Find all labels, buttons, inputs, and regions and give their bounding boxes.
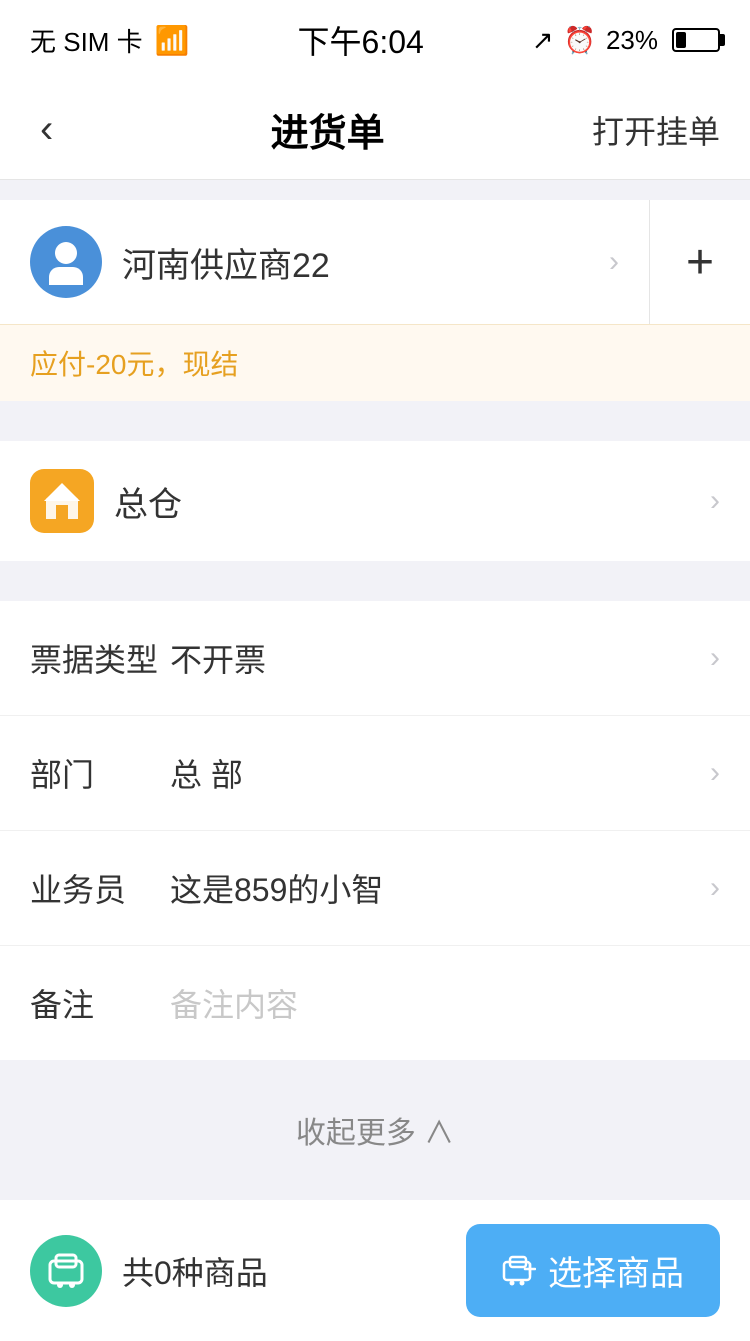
app-container: 无 SIM 卡 📶 下午6:04 ↗ ⏰ 23% ‹ 进货单 打开挂单 xyxy=(0,0,750,1341)
cart-icon xyxy=(502,1254,536,1288)
supplier-selector[interactable]: 河南供应商22 › xyxy=(0,200,650,324)
avatar-person-icon xyxy=(46,242,86,282)
notice-banner: 应付-20元，现结 xyxy=(0,324,750,401)
battery-percent: 23% xyxy=(606,25,658,56)
cart-small-icon xyxy=(46,1251,86,1291)
alarm-icon: ⏰ xyxy=(564,25,596,56)
department-value: 总 部 xyxy=(170,750,700,796)
warehouse-section[interactable]: 总仓 › xyxy=(0,441,750,561)
notice-text: 应付-20元，现结 xyxy=(30,349,238,380)
form-section: 票据类型 不开票 › 部门 总 部 › 业务员 这是859的小智 › 备注 备注… xyxy=(0,601,750,1060)
house-svg xyxy=(42,481,82,521)
wifi-icon: 📶 xyxy=(155,24,190,57)
salesperson-value: 这是859的小智 xyxy=(170,865,700,911)
battery-icon xyxy=(672,28,720,52)
salesperson-chevron-icon: › xyxy=(710,871,720,905)
ticket-type-row[interactable]: 票据类型 不开票 › xyxy=(0,601,750,716)
add-supplier-button[interactable]: + xyxy=(650,200,750,324)
supplier-name: 河南供应商22 xyxy=(122,238,599,287)
page-title: 进货单 xyxy=(271,102,385,157)
remark-label: 备注 xyxy=(30,980,170,1026)
select-product-label: 选择商品 xyxy=(548,1246,684,1295)
carrier-text: 无 SIM 卡 xyxy=(30,22,143,59)
department-chevron-icon: › xyxy=(710,756,720,790)
status-time: 下午6:04 xyxy=(298,17,424,63)
ticket-type-chevron-icon: › xyxy=(710,641,720,675)
open-pending-button[interactable]: 打开挂单 xyxy=(592,107,720,153)
ticket-type-label: 票据类型 xyxy=(30,635,170,681)
supplier-section: 河南供应商22 › + xyxy=(0,200,750,324)
select-cart-svg xyxy=(502,1254,536,1288)
supplier-avatar xyxy=(30,226,102,298)
status-bar: 无 SIM 卡 📶 下午6:04 ↗ ⏰ 23% xyxy=(0,0,750,80)
middle-divider xyxy=(0,401,750,421)
warehouse-icon xyxy=(30,469,94,533)
collapse-button[interactable]: 收起更多 ∧ xyxy=(0,1080,750,1180)
department-row[interactable]: 部门 总 部 › xyxy=(0,716,750,831)
remark-row[interactable]: 备注 备注内容 xyxy=(0,946,750,1060)
top-divider xyxy=(0,180,750,200)
salesperson-label: 业务员 xyxy=(30,865,170,911)
status-right: ↗ ⏰ 23% xyxy=(532,25,720,56)
remark-input[interactable]: 备注内容 xyxy=(170,980,720,1026)
bottom-bar: 共0种商品 选择商品 xyxy=(0,1200,750,1341)
collapse-label: 收起更多 ∧ xyxy=(296,1108,454,1152)
warehouse-chevron-icon: › xyxy=(710,484,720,518)
department-label: 部门 xyxy=(30,750,170,796)
salesperson-row[interactable]: 业务员 这是859的小智 › xyxy=(0,831,750,946)
chevron-right-icon: › xyxy=(609,245,619,279)
product-count-label: 共0种商品 xyxy=(122,1248,446,1294)
product-icon xyxy=(30,1235,102,1307)
nav-bar: ‹ 进货单 打开挂单 xyxy=(0,80,750,180)
select-product-button[interactable]: 选择商品 xyxy=(466,1224,720,1317)
location-icon: ↗ xyxy=(532,25,554,56)
status-left: 无 SIM 卡 📶 xyxy=(30,22,190,59)
warehouse-name: 总仓 xyxy=(114,477,700,526)
form-divider xyxy=(0,561,750,581)
ticket-type-value: 不开票 xyxy=(170,635,700,681)
back-button[interactable]: ‹ xyxy=(30,97,63,162)
